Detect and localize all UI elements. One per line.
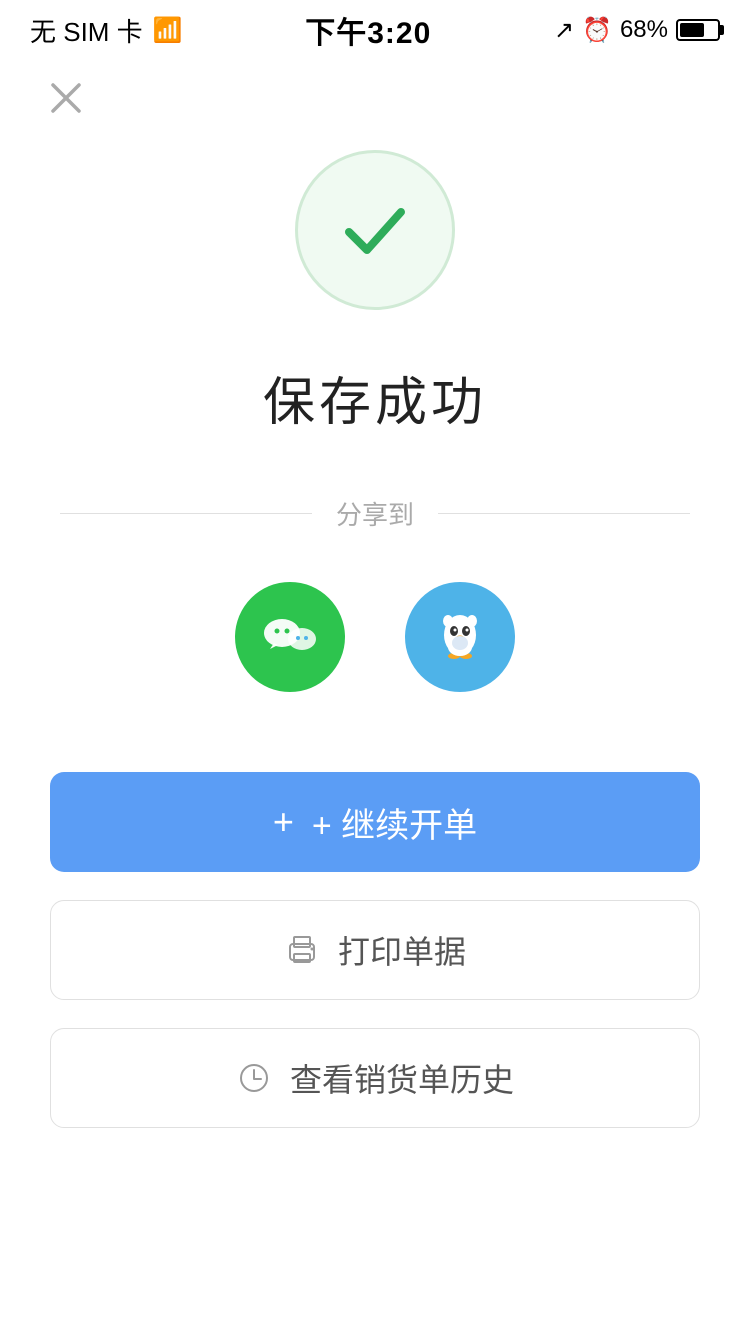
main-content: 保存成功 分享到	[0, 60, 750, 1128]
share-label: 分享到	[312, 495, 438, 532]
status-left: 无 SIM 卡 📶	[30, 12, 183, 49]
wifi-icon: 📶	[153, 16, 183, 45]
status-time: 下午3:20	[305, 8, 431, 52]
continue-label: + 继续开单	[312, 798, 477, 847]
print-icon	[284, 932, 320, 968]
share-divider: 分享到	[0, 495, 750, 532]
battery-percent: 68%	[620, 16, 668, 44]
location-icon: ↗	[554, 16, 574, 45]
qq-share-button[interactable]	[405, 582, 515, 692]
print-label: 打印单据	[338, 927, 466, 973]
share-icons-row	[235, 582, 515, 692]
action-buttons: + + 继续开单 打印单据 查看销货单历史	[50, 772, 700, 1128]
view-history-button[interactable]: 查看销货单历史	[50, 1028, 700, 1128]
wechat-share-button[interactable]	[235, 582, 345, 692]
alarm-icon: ⏰	[582, 16, 612, 45]
wechat-icon	[256, 603, 324, 671]
history-icon	[236, 1060, 272, 1096]
continue-icon: +	[273, 801, 294, 843]
success-icon-circle	[295, 150, 455, 310]
sim-label: 无 SIM 卡	[30, 12, 143, 49]
print-receipt-button[interactable]: 打印单据	[50, 900, 700, 1000]
success-title: 保存成功	[263, 360, 487, 435]
close-icon	[48, 80, 84, 116]
status-bar: 无 SIM 卡 📶 下午3:20 ↗ ⏰ 68%	[0, 0, 750, 60]
history-label: 查看销货单历史	[290, 1055, 514, 1101]
close-button[interactable]	[40, 72, 92, 124]
status-right: ↗ ⏰ 68%	[554, 16, 720, 45]
qq-icon	[428, 605, 492, 669]
checkmark-icon	[335, 190, 415, 270]
continue-order-button[interactable]: + + 继续开单	[50, 772, 700, 872]
battery-icon	[676, 19, 720, 41]
